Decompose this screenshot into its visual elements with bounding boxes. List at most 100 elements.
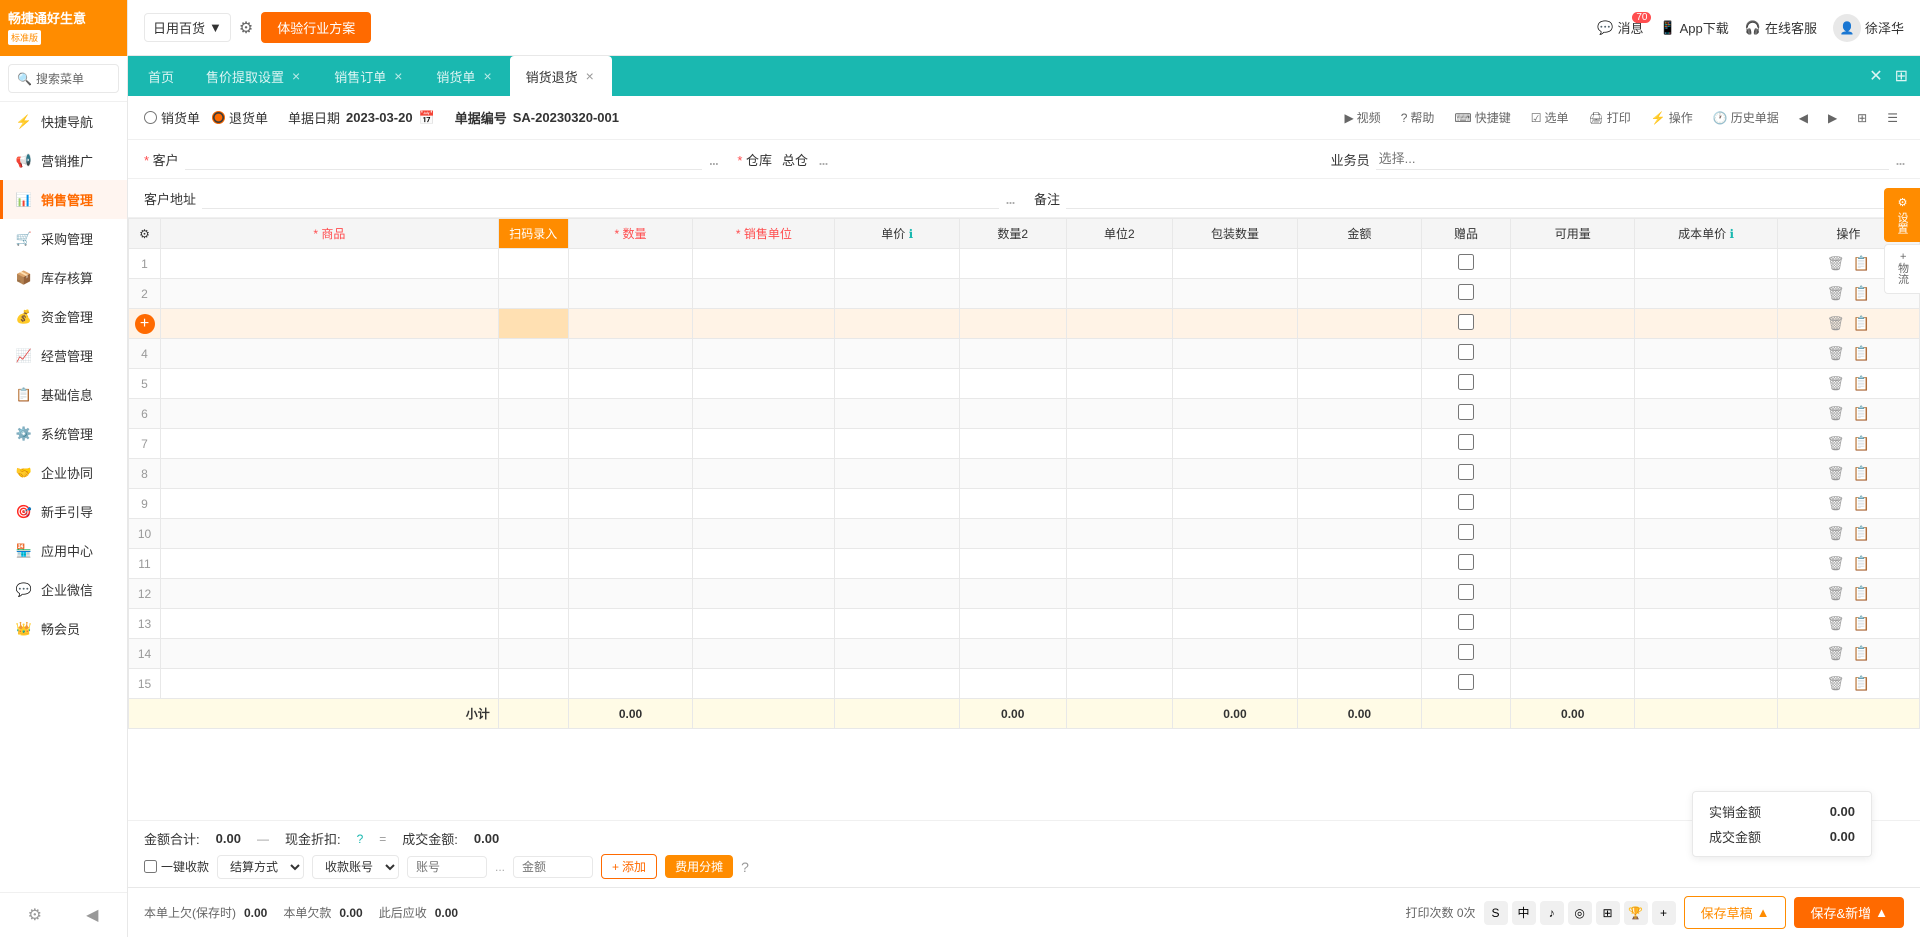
help-btn[interactable]: ? 帮助 xyxy=(1395,106,1441,129)
price-cell-3[interactable] xyxy=(835,309,959,339)
radio-return-input[interactable] xyxy=(212,111,225,124)
qty-cell-2[interactable] xyxy=(568,279,692,309)
tab-sale-price-close[interactable]: × xyxy=(290,69,302,83)
delete-row-12[interactable]: 🗑 xyxy=(1825,583,1847,604)
gift-checkbox-6[interactable] xyxy=(1458,404,1474,420)
radio-return[interactable]: 退货单 xyxy=(212,108,268,127)
delete-row-3[interactable]: 🗑 xyxy=(1825,313,1847,334)
account-input[interactable] xyxy=(407,856,487,878)
app-download-button[interactable]: 📱 App下载 xyxy=(1659,18,1728,37)
available-cell-2[interactable] xyxy=(1511,279,1635,309)
sidebar-item-newbie[interactable]: 🎯 新手引导 xyxy=(0,492,127,531)
unit-cell-2[interactable] xyxy=(693,279,835,309)
copy-row-1[interactable]: 📋 xyxy=(1851,253,1872,274)
delete-row-6[interactable]: 🗑 xyxy=(1825,403,1847,424)
video-btn[interactable]: ▶ 视频 xyxy=(1338,106,1386,129)
unit2-cell-2[interactable] xyxy=(1066,279,1173,309)
copy-row-5[interactable]: 📋 xyxy=(1851,373,1872,394)
tab-sale-order-close[interactable]: × xyxy=(392,69,404,83)
sidebar-collapse-button[interactable]: ◀ xyxy=(66,901,120,929)
save-draft-button[interactable]: 保存草稿 ▲ xyxy=(1684,896,1787,929)
col-settings[interactable]: ⚙ xyxy=(129,219,161,249)
side-settings-btn[interactable]: ⚙ 设置 xyxy=(1884,188,1920,242)
salesperson-dots[interactable]: ... xyxy=(1895,149,1904,170)
copy-row-13[interactable]: 📋 xyxy=(1851,613,1872,634)
history-btn[interactable]: 🕐 历史单据 xyxy=(1707,106,1785,129)
unit2-cell-3[interactable] xyxy=(1066,309,1173,339)
sidebar-item-basic[interactable]: 📋 基础信息 xyxy=(0,375,127,414)
qty2-cell-3[interactable] xyxy=(959,309,1066,339)
gift-checkbox-1[interactable] xyxy=(1458,254,1474,270)
tool-icon-7[interactable]: + xyxy=(1652,901,1676,925)
customer-input[interactable] xyxy=(185,148,703,170)
amount-cell-2[interactable] xyxy=(1297,279,1421,309)
radio-delivery[interactable]: 销货单 xyxy=(144,108,200,127)
radio-delivery-input[interactable] xyxy=(144,111,157,124)
copy-row-3[interactable]: 📋 xyxy=(1851,313,1872,334)
footer-help-icon[interactable]: ? xyxy=(741,859,749,875)
shortcut-btn[interactable]: ⌨ 快捷键 xyxy=(1448,106,1516,129)
delete-row-11[interactable]: 🗑 xyxy=(1825,553,1847,574)
gift-checkbox-8[interactable] xyxy=(1458,464,1474,480)
qty-cell-1[interactable] xyxy=(568,249,692,279)
online-service-button[interactable]: 🎧 在线客服 xyxy=(1745,18,1817,37)
tool-icon-5[interactable]: ⊞ xyxy=(1596,901,1620,925)
gift-checkbox-14[interactable] xyxy=(1458,644,1474,660)
gift-checkbox-12[interactable] xyxy=(1458,584,1474,600)
amount-input[interactable] xyxy=(513,856,593,878)
delete-row-9[interactable]: 🗑 xyxy=(1825,493,1847,514)
tab-sale-price[interactable]: 售价提取设置 × xyxy=(190,56,318,96)
sidebar-item-marketing[interactable]: 📢 营销推广 xyxy=(0,141,127,180)
gift-cell-2[interactable] xyxy=(1422,279,1511,309)
add-row-btn-cell[interactable]: + xyxy=(129,309,161,339)
gift-checkbox-9[interactable] xyxy=(1458,494,1474,510)
pack-cell-3[interactable] xyxy=(1173,309,1297,339)
unit2-cell-1[interactable] xyxy=(1066,249,1173,279)
list-view-btn[interactable]: ☰ xyxy=(1881,108,1904,128)
delete-row-2[interactable]: 🗑 xyxy=(1825,283,1847,304)
tab-layout-button[interactable]: ⊞ xyxy=(1891,62,1912,90)
gift-checkbox-5[interactable] xyxy=(1458,374,1474,390)
available-cell-3[interactable] xyxy=(1511,309,1635,339)
expense-split-button[interactable]: 费用分摊 xyxy=(665,855,733,878)
settlement-method-select[interactable]: 结算方式 xyxy=(217,855,304,879)
gift-cell-3[interactable] xyxy=(1422,309,1511,339)
warehouse-dots[interactable]: ... xyxy=(818,149,827,170)
sidebar-settings-button[interactable]: ⚙ xyxy=(8,901,62,929)
try-solution-button[interactable]: 体验行业方案 xyxy=(261,12,371,43)
sidebar-item-collab[interactable]: 🤝 企业协同 xyxy=(0,453,127,492)
save-new-button[interactable]: 保存&新增 ▲ xyxy=(1794,897,1904,928)
user-profile[interactable]: 👤 徐泽华 xyxy=(1833,14,1904,42)
gift-checkbox-2[interactable] xyxy=(1458,284,1474,300)
delete-row-10[interactable]: 🗑 xyxy=(1825,523,1847,544)
calendar-icon[interactable]: 📅 xyxy=(419,110,435,126)
qty2-cell-1[interactable] xyxy=(959,249,1066,279)
copy-row-11[interactable]: 📋 xyxy=(1851,553,1872,574)
next-record-btn[interactable]: ▶ xyxy=(1822,108,1843,128)
qty-cell-3[interactable] xyxy=(568,309,692,339)
account-dots[interactable]: ... xyxy=(495,860,505,874)
sidebar-item-sales[interactable]: 📊 销售管理 xyxy=(0,180,127,219)
discount-help[interactable]: ? xyxy=(357,832,364,846)
delete-row-8[interactable]: 🗑 xyxy=(1825,463,1847,484)
delete-row-14[interactable]: 🗑 xyxy=(1825,643,1847,664)
unit-cell-1[interactable] xyxy=(693,249,835,279)
select-btn[interactable]: ☑ 选单 xyxy=(1525,106,1575,129)
one-click-payment-checkbox[interactable]: 一键收款 xyxy=(144,858,209,875)
copy-row-2[interactable]: 📋 xyxy=(1851,283,1872,304)
delete-row-13[interactable]: 🗑 xyxy=(1825,613,1847,634)
price-cell-2[interactable] xyxy=(835,279,959,309)
operate-btn[interactable]: ⚡ 操作 xyxy=(1645,106,1699,129)
delete-row-7[interactable]: 🗑 xyxy=(1825,433,1847,454)
gift-checkbox-13[interactable] xyxy=(1458,614,1474,630)
sidebar-item-shortcut[interactable]: ⚡ 快捷导航 xyxy=(0,102,127,141)
copy-row-12[interactable]: 📋 xyxy=(1851,583,1872,604)
tab-sale-return[interactable]: 销货退货 × xyxy=(510,56,612,96)
prev-record-btn[interactable]: ◀ xyxy=(1793,108,1814,128)
sidebar-item-finance[interactable]: 💰 资金管理 xyxy=(0,297,127,336)
sidebar-item-member[interactable]: 👑 畅会员 xyxy=(0,609,127,648)
account-method-select[interactable]: 收款账号 xyxy=(312,855,399,879)
grid-view-btn[interactable]: ⊞ xyxy=(1851,108,1873,128)
sidebar-item-wechat[interactable]: 💬 企业微信 xyxy=(0,570,127,609)
gift-cell-1[interactable] xyxy=(1422,249,1511,279)
